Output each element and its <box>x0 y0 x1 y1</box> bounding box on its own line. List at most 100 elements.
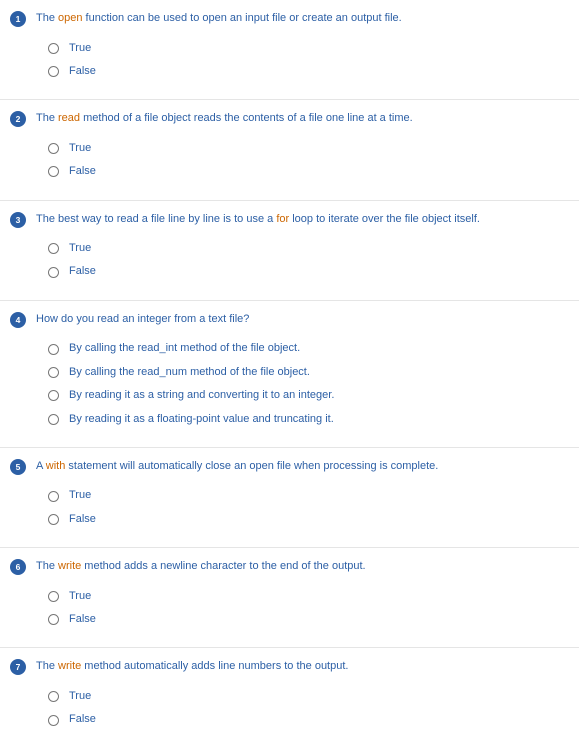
code-keyword: with <box>46 460 66 472</box>
question: 5A with statement will automatically clo… <box>0 448 579 548</box>
radio-icon[interactable] <box>48 591 59 602</box>
question-body: The open function can be used to open an… <box>36 10 569 83</box>
option[interactable]: False <box>48 160 569 183</box>
text-segment: The <box>36 12 58 24</box>
question-number-badge: 6 <box>10 559 26 575</box>
question-number-badge: 5 <box>10 459 26 475</box>
question-text: A with statement will automatically clos… <box>36 458 569 475</box>
question-text: The write method automatically adds line… <box>36 658 569 675</box>
text-segment: The <box>36 660 58 672</box>
option-label: False <box>69 612 96 627</box>
option[interactable]: False <box>48 708 569 731</box>
option-list: True False <box>36 685 569 732</box>
code-keyword: write <box>58 660 81 672</box>
question-body: The read method of a file object reads t… <box>36 110 569 183</box>
option-label: True <box>69 589 91 604</box>
question: 3 The best way to read a file line by lin… <box>0 201 579 301</box>
option[interactable]: False <box>48 608 569 631</box>
text-segment: The best way to read a file line by line… <box>36 213 276 225</box>
question: 6 The write method adds a newline charact… <box>0 548 579 648</box>
option[interactable]: True <box>48 685 569 708</box>
question: 4 How do you read an integer from a text … <box>0 301 579 448</box>
option-label: False <box>69 164 96 179</box>
option-label: By calling the read_num method of the fi… <box>69 365 310 380</box>
option-label: False <box>69 512 96 527</box>
radio-icon[interactable] <box>48 43 59 54</box>
radio-icon[interactable] <box>48 491 59 502</box>
question-body: The write method adds a newline characte… <box>36 558 569 631</box>
option-list: True False <box>36 484 569 531</box>
option-label: True <box>69 241 91 256</box>
text-segment: function can be used to open an input fi… <box>83 12 402 24</box>
option[interactable]: True <box>48 37 569 60</box>
text-segment: The <box>36 112 58 124</box>
option[interactable]: By calling the read_num method of the fi… <box>48 361 569 384</box>
option-list: True False <box>36 37 569 84</box>
option-label: False <box>69 64 96 79</box>
radio-icon[interactable] <box>48 390 59 401</box>
question-text: The best way to read a file line by line… <box>36 211 569 228</box>
question-number-badge: 1 <box>10 11 26 27</box>
option-label: True <box>69 141 91 156</box>
option[interactable]: False <box>48 60 569 83</box>
option-label: True <box>69 689 91 704</box>
option-list: True False <box>36 137 569 184</box>
radio-icon[interactable] <box>48 715 59 726</box>
option[interactable]: False <box>48 260 569 283</box>
question-number-badge: 7 <box>10 659 26 675</box>
text-segment: statement will automatically close an op… <box>65 460 438 472</box>
question-number-badge: 4 <box>10 312 26 328</box>
option[interactable]: By reading it as a floating-point value … <box>48 408 569 431</box>
question: 7 The write method automatically adds lin… <box>0 648 579 747</box>
radio-icon[interactable] <box>48 143 59 154</box>
question-body: A with statement will automatically clos… <box>36 458 569 531</box>
question-body: The best way to read a file line by line… <box>36 211 569 284</box>
option[interactable]: By reading it as a string and converting… <box>48 384 569 407</box>
question: 2The read method of a file object reads … <box>0 100 579 200</box>
option-label: True <box>69 488 91 503</box>
option-label: True <box>69 41 91 56</box>
question-text: How do you read an integer from a text f… <box>36 311 569 328</box>
text-segment: method adds a newline character to the e… <box>81 560 365 572</box>
option[interactable]: True <box>48 237 569 260</box>
code-keyword: open <box>58 12 82 24</box>
option[interactable]: True <box>48 484 569 507</box>
option-list: True False <box>36 237 569 284</box>
text-segment: method of a file object reads the conten… <box>80 112 413 124</box>
question-body: How do you read an integer from a text f… <box>36 311 569 431</box>
question: 1 The open function can be used to open a… <box>0 0 579 100</box>
code-keyword: read <box>58 112 80 124</box>
option[interactable]: By calling the read_int method of the fi… <box>48 337 569 360</box>
option[interactable]: True <box>48 137 569 160</box>
text-segment: method automatically adds line numbers t… <box>81 660 348 672</box>
option-list: By calling the read_int method of the fi… <box>36 337 569 431</box>
option-list: True False <box>36 585 569 632</box>
radio-icon[interactable] <box>48 414 59 425</box>
option-label: By reading it as a string and converting… <box>69 388 334 403</box>
radio-icon[interactable] <box>48 514 59 525</box>
radio-icon[interactable] <box>48 267 59 278</box>
radio-icon[interactable] <box>48 166 59 177</box>
question-body: The write method automatically adds line… <box>36 658 569 731</box>
text-segment: A <box>36 460 46 472</box>
option-label: False <box>69 264 96 279</box>
question-text: The open function can be used to open an… <box>36 10 569 27</box>
option-label: By calling the read_int method of the fi… <box>69 341 300 356</box>
radio-icon[interactable] <box>48 691 59 702</box>
text-segment: The <box>36 560 58 572</box>
radio-icon[interactable] <box>48 367 59 378</box>
radio-icon[interactable] <box>48 614 59 625</box>
option[interactable]: False <box>48 508 569 531</box>
text-segment: How do you read an integer from a text f… <box>36 313 249 325</box>
code-keyword: for <box>276 213 289 225</box>
question-number-badge: 3 <box>10 212 26 228</box>
question-list: 1 The open function can be used to open a… <box>0 0 579 748</box>
text-segment: loop to iterate over the file object its… <box>289 213 480 225</box>
radio-icon[interactable] <box>48 243 59 254</box>
option[interactable]: True <box>48 585 569 608</box>
code-keyword: write <box>58 560 81 572</box>
option-label: False <box>69 712 96 727</box>
radio-icon[interactable] <box>48 66 59 77</box>
question-text: The write method adds a newline characte… <box>36 558 569 575</box>
radio-icon[interactable] <box>48 344 59 355</box>
